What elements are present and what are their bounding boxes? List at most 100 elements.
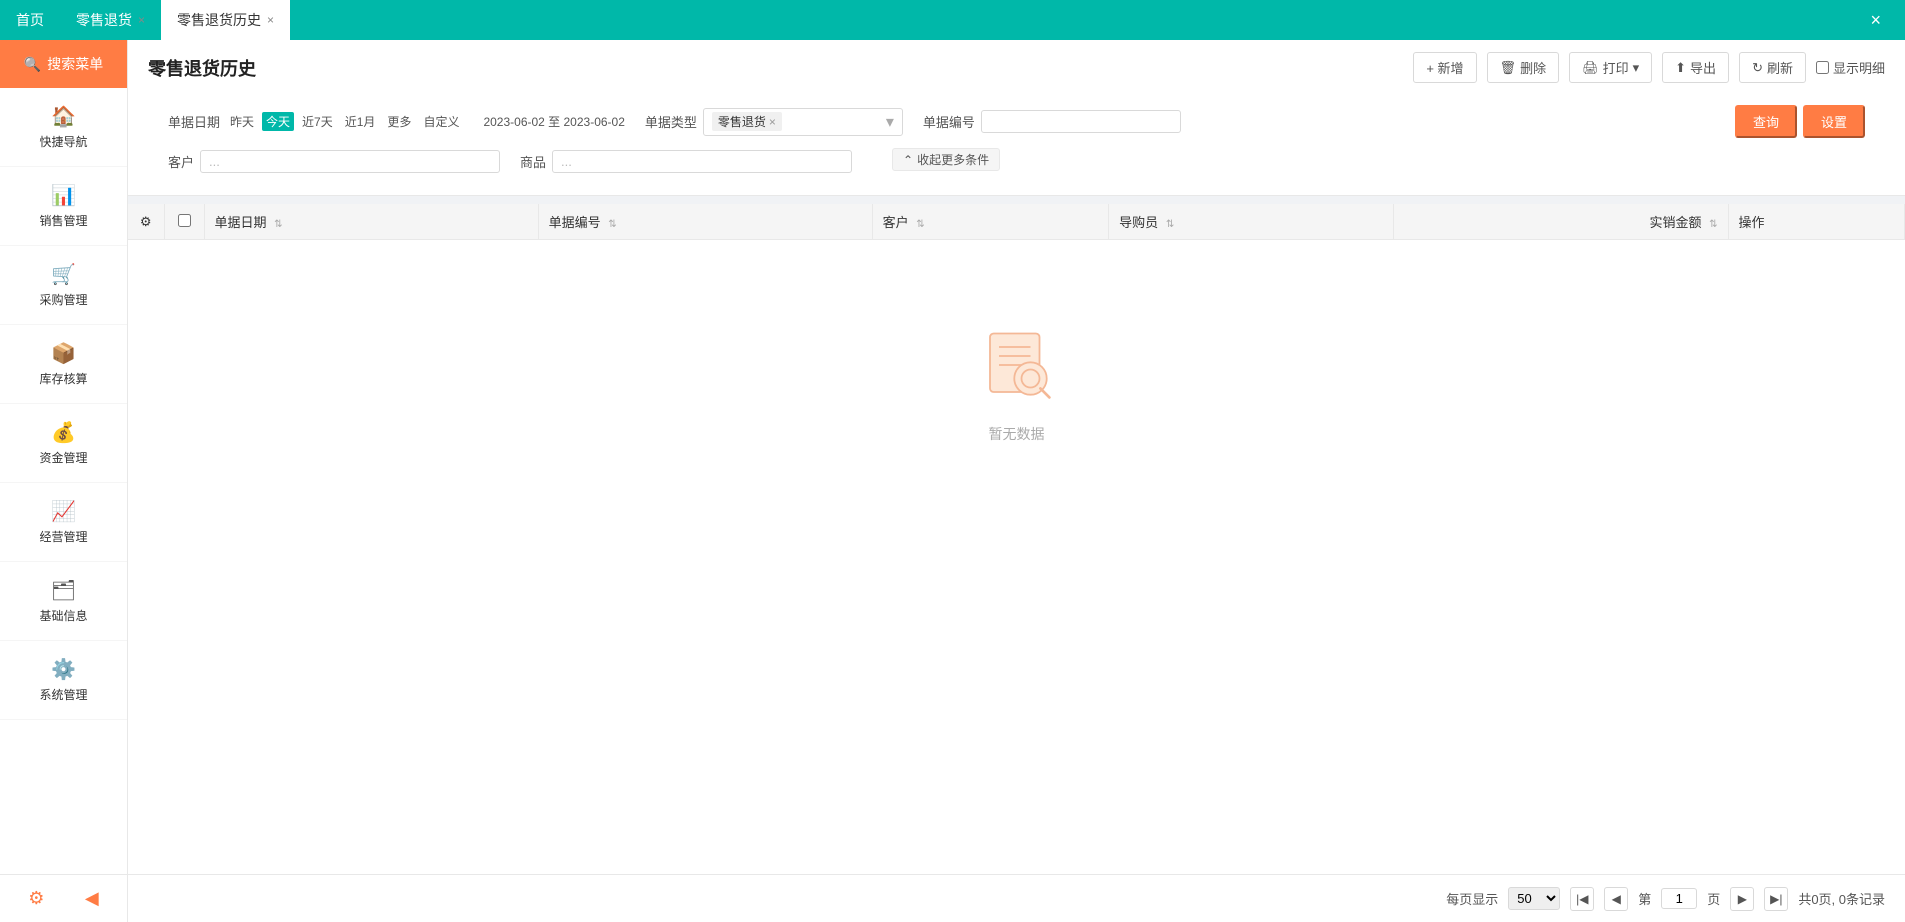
doc-type-tag-text: 零售退货 <box>718 113 766 130</box>
sidebar-settings-button[interactable]: ⚙ <box>28 888 44 909</box>
th-amount-sort-icon: ⇅ <box>1709 219 1717 230</box>
query-button[interactable]: 查询 <box>1735 105 1797 138</box>
settings-button[interactable]: 设置 <box>1803 105 1865 138</box>
th-amount[interactable]: 实销金额 ⇅ <box>1394 204 1728 240</box>
th-date[interactable]: 单据日期 ⇅ <box>204 204 538 240</box>
last-page-button[interactable]: ▶| <box>1764 887 1788 911</box>
first-page-button[interactable]: |◀ <box>1570 887 1594 911</box>
page-number-input[interactable] <box>1661 888 1697 909</box>
page-title: 零售退货历史 <box>148 55 256 81</box>
sidebar-search[interactable]: 🔍 搜索菜单 <box>0 40 127 88</box>
table-header-row: ⚙ 单据日期 ⇅ 单据编号 ⇅ <box>128 204 1905 240</box>
date-opt-custom[interactable]: 自定义 <box>419 112 463 131</box>
prev-page-button[interactable]: ◀ <box>1604 887 1628 911</box>
date-opt-today[interactable]: 今天 <box>262 112 294 131</box>
operations-icon: 📈 <box>51 499 76 524</box>
filter-goods: 商品 ... <box>520 150 852 173</box>
tab-retail-return[interactable]: 零售退货 × <box>60 0 161 40</box>
filter-doc-no: 单据编号 <box>923 110 1181 133</box>
collapse-button[interactable]: ⌃ 收起更多条件 <box>892 148 1000 171</box>
tab-home-label: 首页 <box>16 10 44 30</box>
new-button-label: + 新增 <box>1426 58 1463 77</box>
export-button[interactable]: ⬆ 导出 <box>1662 52 1729 83</box>
th-amount-label: 实销金额 <box>1650 215 1702 230</box>
sidebar-item-quicknav[interactable]: 🏠 快捷导航 <box>0 88 127 167</box>
th-settings[interactable]: ⚙ <box>128 204 164 240</box>
go-page-label: 第 <box>1638 889 1651 908</box>
doc-type-tag-close[interactable]: × <box>769 115 776 129</box>
new-button[interactable]: + 新增 <box>1413 52 1476 83</box>
main-content: 零售退货历史 + 新增 🗑 删除 🖨 打印 ▾ ⬆ <box>128 40 1905 922</box>
th-checkbox[interactable] <box>164 204 204 240</box>
customer-input[interactable]: ... <box>200 150 500 173</box>
delete-button[interactable]: 🗑 删除 <box>1487 52 1560 83</box>
customer-label: 客户 <box>168 152 194 171</box>
sidebar-item-basics-label: 基础信息 <box>39 607 87 624</box>
print-button[interactable]: 🖨 打印 ▾ <box>1569 52 1652 83</box>
next-page-button[interactable]: ▶ <box>1730 887 1754 911</box>
sidebar-item-operations-label: 经营管理 <box>39 528 87 545</box>
show-detail-checkbox[interactable] <box>1816 61 1829 74</box>
doc-no-label: 单据编号 <box>923 112 975 131</box>
show-detail-text: 显示明细 <box>1833 58 1885 77</box>
tab-retail-return-history[interactable]: 零售退货历史 × <box>161 0 290 40</box>
basics-icon: 🗂 <box>51 578 76 603</box>
filter-area: 单据日期 昨天 今天 近7天 近1月 更多 自定义 2023-06-02 至 2… <box>148 95 1885 195</box>
th-customer[interactable]: 客户 ⇅ <box>872 204 1109 240</box>
quicknav-icon: 🏠 <box>51 104 76 129</box>
page-title-row: 零售退货历史 + 新增 🗑 删除 🖨 打印 ▾ ⬆ <box>148 52 1885 83</box>
filter-customer: 客户 ... <box>168 150 500 173</box>
filter-doc-type: 单据类型 零售退货 × ▾ <box>645 108 903 136</box>
filter-row-1: 单据日期 昨天 今天 近7天 近1月 更多 自定义 2023-06-02 至 2… <box>168 105 1865 138</box>
select-all-checkbox[interactable] <box>178 214 191 227</box>
sidebar-item-inventory[interactable]: 📦 库存核算 <box>0 325 127 404</box>
tab-retail-return-label: 零售退货 <box>76 10 132 30</box>
th-guide[interactable]: 导购员 ⇅ <box>1109 204 1394 240</box>
tab-retail-return-history-label: 零售退货历史 <box>177 10 261 30</box>
finance-icon: 💰 <box>51 420 76 445</box>
window-close-button[interactable]: × <box>1862 10 1889 31</box>
sidebar-item-inventory-label: 库存核算 <box>39 370 87 387</box>
date-opt-1month[interactable]: 近1月 <box>341 112 380 131</box>
tab-home[interactable]: 首页 <box>0 0 60 40</box>
sidebar-item-operations[interactable]: 📈 经营管理 <box>0 483 127 562</box>
goods-placeholder: ... <box>561 154 572 169</box>
refresh-button[interactable]: ↻ 刷新 <box>1739 52 1806 83</box>
page-size-select[interactable]: 10 20 50 100 <box>1508 887 1560 910</box>
empty-text: 暂无数据 <box>989 424 1045 444</box>
show-detail-label[interactable]: 显示明细 <box>1816 58 1885 77</box>
sidebar: 🔍 搜索菜单 🏠 快捷导航 📊 销售管理 🛒 采购管理 📦 库存核算 💰 <box>0 40 128 922</box>
empty-icon <box>972 320 1062 410</box>
date-opt-yesterday[interactable]: 昨天 <box>226 112 258 131</box>
sidebar-item-sales[interactable]: 📊 销售管理 <box>0 167 127 246</box>
sidebar-item-purchase[interactable]: 🛒 采购管理 <box>0 246 127 325</box>
th-actions-label: 操作 <box>1739 215 1765 230</box>
doc-type-select[interactable]: 零售退货 × ▾ <box>703 108 903 136</box>
sidebar-item-finance[interactable]: 💰 资金管理 <box>0 404 127 483</box>
tab-retail-return-close[interactable]: × <box>138 13 145 27</box>
main-layout: 🔍 搜索菜单 🏠 快捷导航 📊 销售管理 🛒 采购管理 📦 库存核算 💰 <box>0 40 1905 922</box>
search-icon: 🔍 <box>24 56 41 73</box>
doc-no-input[interactable] <box>981 110 1181 133</box>
sidebar-collapse-button[interactable]: ◀ <box>85 888 99 909</box>
system-icon: ⚙️ <box>51 657 76 682</box>
page-label: 页 <box>1707 889 1720 908</box>
goods-input[interactable]: ... <box>552 150 852 173</box>
th-customer-sort-icon: ⇅ <box>916 219 924 230</box>
doc-type-label: 单据类型 <box>645 112 697 131</box>
export-button-label: 导出 <box>1690 58 1716 77</box>
sidebar-item-quicknav-label: 快捷导航 <box>39 133 87 150</box>
th-docno[interactable]: 单据编号 ⇅ <box>538 204 872 240</box>
th-docno-label: 单据编号 <box>549 215 601 230</box>
tab-bar: 首页 零售退货 × 零售退货历史 × <box>0 0 1862 40</box>
sidebar-nav: 🏠 快捷导航 📊 销售管理 🛒 采购管理 📦 库存核算 💰 资金管理 📈 <box>0 88 127 874</box>
page-actions: + 新增 🗑 删除 🖨 打印 ▾ ⬆ 导出 <box>1413 52 1885 83</box>
sidebar-item-basics[interactable]: 🗂 基础信息 <box>0 562 127 641</box>
date-opt-7days[interactable]: 近7天 <box>298 112 337 131</box>
sidebar-item-purchase-label: 采购管理 <box>39 291 87 308</box>
sidebar-item-system[interactable]: ⚙️ 系统管理 <box>0 641 127 720</box>
date-opt-more[interactable]: 更多 <box>383 112 415 131</box>
delete-button-label: 删除 <box>1520 58 1546 77</box>
tab-retail-return-history-close[interactable]: × <box>267 13 274 27</box>
goods-label: 商品 <box>520 152 546 171</box>
